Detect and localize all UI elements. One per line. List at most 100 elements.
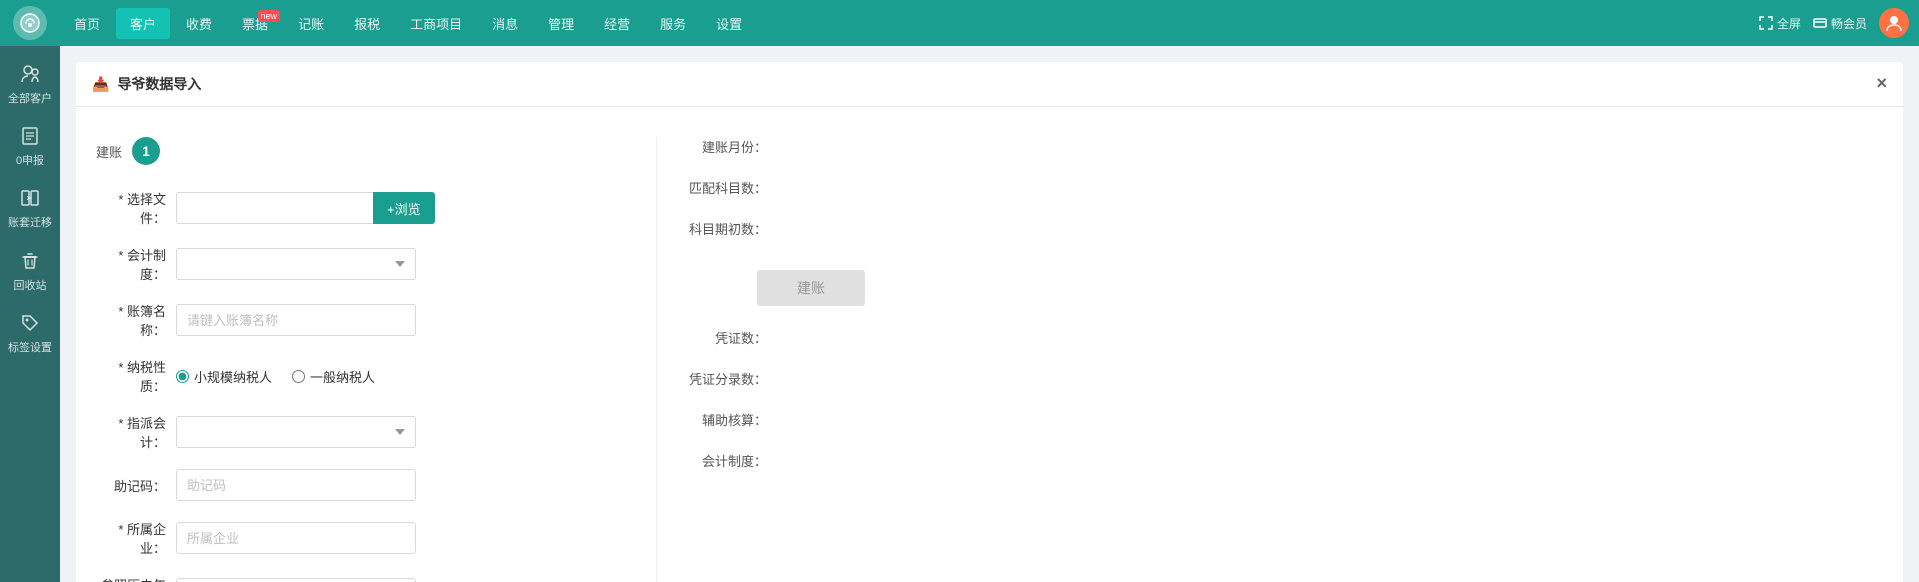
accountant-control <box>176 416 416 448</box>
build-btn-row: 建账 <box>707 260 1056 306</box>
step-header: 建账 1 <box>96 137 616 165</box>
company-input[interactable] <box>176 522 416 554</box>
sidebar-label-account-migration: 账套迁移 <box>8 217 52 230</box>
sidebar-label-all-customers: 全部客户 <box>8 93 52 106</box>
nav-item-operation[interactable]: 经营 <box>590 8 644 39</box>
aux-accounting-row: 辅助核算： <box>687 410 1056 429</box>
history-year-control <box>176 578 416 582</box>
nav-items: 首页 客户 收费 票据 new 记账 报税 工商项目 消息 管理 经营 服务 设… <box>60 8 1759 39</box>
file-label: * 选择文件： <box>96 189 176 227</box>
accountant-row: * 指派会计： <box>96 413 616 451</box>
build-month-row: 建账月份： <box>687 137 1056 156</box>
tax-type-control: 小规模纳税人 一般纳税人 <box>176 367 416 386</box>
logo-icon <box>13 6 47 40</box>
top-nav: 首页 客户 收费 票据 new 记账 报税 工商项目 消息 管理 经营 服务 设… <box>0 0 1919 46</box>
tax-radio-group: 小规模纳税人 一般纳税人 <box>176 367 416 386</box>
sidebar-item-account-migration[interactable]: 账套迁移 <box>3 180 57 238</box>
all-customers-icon <box>20 64 40 89</box>
tax-option-small[interactable]: 小规模纳税人 <box>176 367 272 386</box>
tag-settings-icon <box>20 313 40 338</box>
nav-item-settings[interactable]: 设置 <box>702 8 756 39</box>
memo-label: 助记码： <box>96 476 176 495</box>
nav-item-message[interactable]: 消息 <box>478 8 532 39</box>
tax-option-general[interactable]: 一般纳税人 <box>292 367 375 386</box>
ledger-name-label: * 账簿名称： <box>96 301 176 339</box>
nav-item-fee[interactable]: 收费 <box>172 8 226 39</box>
panel-title: 导爷数据导入 <box>117 74 201 94</box>
account-migration-icon <box>20 188 40 213</box>
build-account-button[interactable]: 建账 <box>757 270 865 306</box>
member-btn[interactable]: 畅会员 <box>1813 15 1867 32</box>
nav-item-business[interactable]: 工商项目 <box>396 8 476 39</box>
nav-right: 全屏 畅会员 <box>1759 8 1909 38</box>
nav-item-tax[interactable]: 报税 <box>340 8 394 39</box>
content-area: 📥 导爷数据导入 × 建账 1 * 选择文件： <box>60 46 1919 582</box>
main-layout: 全部客户 0申报 账套迁移 <box>0 46 1919 582</box>
accounting-system-info-label: 会计制度： <box>687 451 777 470</box>
accounting-system-control <box>176 248 416 280</box>
build-month-label: 建账月份： <box>687 137 777 156</box>
panel-body: 建账 1 * 选择文件： +浏览 <box>76 107 1903 582</box>
accounting-system-row: * 会计制度： <box>96 245 616 283</box>
nav-item-service[interactable]: 服务 <box>646 8 700 39</box>
tax-option-small-label: 小规模纳税人 <box>194 367 272 386</box>
accountant-label: * 指派会计： <box>96 413 176 451</box>
info-section: 建账月份： 匹配科目数： 科目期初数： 建账 <box>656 137 1056 582</box>
tax-type-row: * 纳税性质： 小规模纳税人 一般纳税人 <box>96 357 616 395</box>
close-button[interactable]: × <box>1876 74 1887 92</box>
sidebar-label-recycle-bin: 回收站 <box>14 280 47 293</box>
company-label: * 所属企业： <box>96 519 176 557</box>
step-circle: 1 <box>132 137 160 165</box>
panel: 📥 导爷数据导入 × 建账 1 * 选择文件： <box>76 62 1903 582</box>
accounting-system-select[interactable] <box>176 248 416 280</box>
aux-accounting-label: 辅助核算： <box>687 410 777 429</box>
voucher-entries-row: 凭证分录数： <box>687 369 1056 388</box>
accountant-select[interactable] <box>176 416 416 448</box>
sidebar-item-zero-filing[interactable]: 0申报 <box>3 118 57 176</box>
sidebar-label-zero-filing: 0申报 <box>16 155 44 168</box>
period-initial-label: 科目期初数： <box>687 219 777 238</box>
voucher-entries-label: 凭证分录数： <box>687 369 777 388</box>
logo[interactable] <box>10 3 50 43</box>
sidebar-item-all-customers[interactable]: 全部客户 <box>3 56 57 114</box>
sidebar-item-tag-settings[interactable]: 标签设置 <box>3 305 57 363</box>
voucher-count-label: 凭证数： <box>687 328 777 347</box>
accounting-system-info-row: 会计制度： <box>687 451 1056 470</box>
file-select-row: * 选择文件： +浏览 <box>96 189 616 227</box>
ledger-name-row: * 账簿名称： <box>96 301 616 339</box>
sidebar-label-tag-settings: 标签设置 <box>8 342 52 355</box>
new-badge: new <box>258 10 281 22</box>
browse-button[interactable]: +浏览 <box>373 192 435 224</box>
sidebar-item-recycle-bin[interactable]: 回收站 <box>3 243 57 301</box>
company-control <box>176 522 416 554</box>
memo-input[interactable] <box>176 469 416 501</box>
history-year-label: 参照历史年度： <box>96 575 176 582</box>
nav-item-manage[interactable]: 管理 <box>534 8 588 39</box>
memo-control <box>176 469 416 501</box>
nav-item-customer[interactable]: 客户 <box>116 8 170 39</box>
tax-option-general-label: 一般纳税人 <box>310 367 375 386</box>
user-avatar[interactable] <box>1879 8 1909 38</box>
history-year-row: 参照历史年度： <box>96 575 616 582</box>
file-input-group: +浏览 <box>176 192 416 224</box>
nav-item-bookkeeping[interactable]: 记账 <box>284 8 338 39</box>
period-initial-row: 科目期初数： <box>687 219 1056 238</box>
tax-type-label: * 纳税性质： <box>96 357 176 395</box>
panel-title-icon: 📥 <box>92 76 109 93</box>
ledger-name-control <box>176 304 416 336</box>
ledger-name-input[interactable] <box>176 304 416 336</box>
recycle-bin-icon <box>20 251 40 276</box>
fullscreen-btn[interactable]: 全屏 <box>1759 15 1801 32</box>
nav-item-invoice[interactable]: 票据 new <box>228 8 282 39</box>
sidebar: 全部客户 0申报 账套迁移 <box>0 46 60 582</box>
panel-header: 📥 导爷数据导入 × <box>76 62 1903 107</box>
match-subjects-label: 匹配科目数： <box>687 178 777 197</box>
voucher-count-row: 凭证数： <box>687 328 1056 347</box>
step-label: 建账 <box>96 142 122 161</box>
memo-row: 助记码： <box>96 469 616 501</box>
nav-item-home[interactable]: 首页 <box>60 8 114 39</box>
company-row: * 所属企业： <box>96 519 616 557</box>
accounting-system-label: * 会计制度： <box>96 245 176 283</box>
history-year-select[interactable] <box>176 578 416 582</box>
file-input[interactable] <box>176 192 373 224</box>
